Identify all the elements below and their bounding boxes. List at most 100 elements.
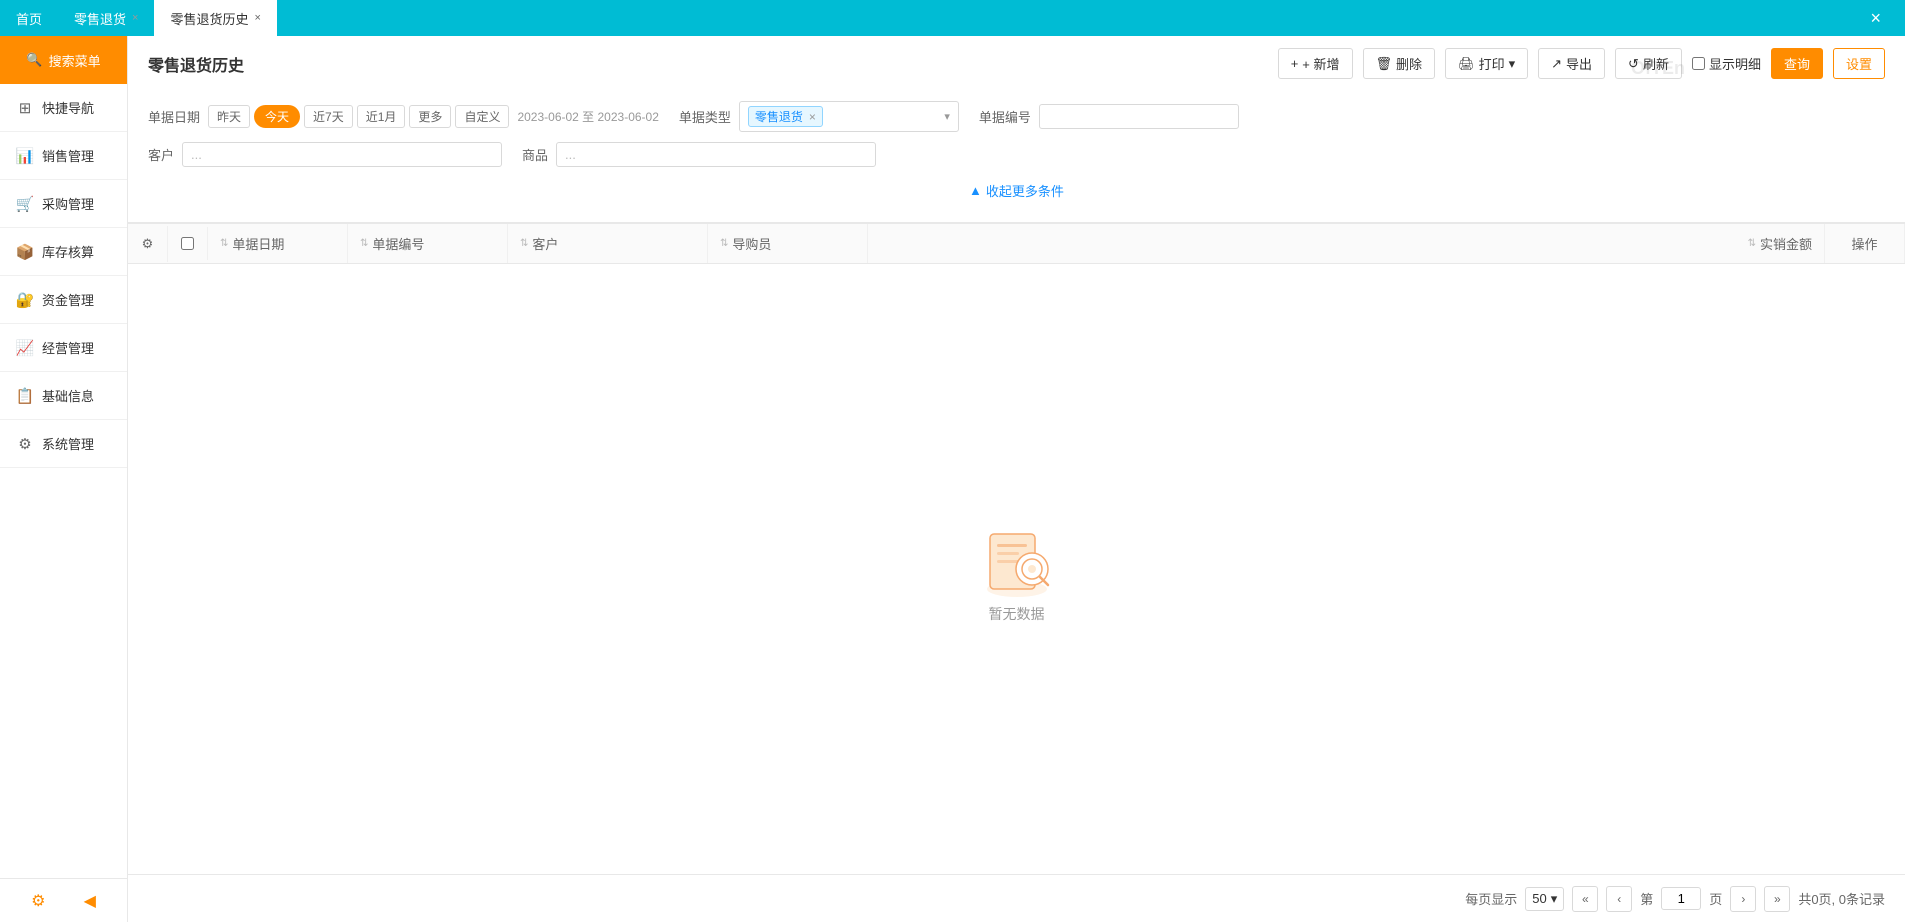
prev-page-button[interactable]: ‹ [1606,886,1632,912]
sidebar-item-purchase[interactable]: 🛒 采购管理 [0,180,127,228]
export-icon: ↗ [1551,56,1562,72]
last-page-button[interactable]: » [1764,886,1790,912]
tab-return-history-close[interactable]: × [254,12,260,24]
date-filter-group: 昨天 今天 近7天 近1月 更多 自定义 [208,105,509,128]
th-settings[interactable]: ⚙ [128,226,168,262]
delete-icon: 🗑 [1376,56,1393,72]
order-no-filter-item: 单据编号 [979,104,1239,129]
th-check [168,227,208,260]
sidebar-item-label: 系统管理 [42,434,94,453]
print-button[interactable]: 🖨 打印 ▾ [1445,48,1528,79]
sidebar-item-sales[interactable]: 📊 销售管理 [0,132,127,180]
empty-state: 暂无数据 [128,264,1905,874]
type-filter-label: 单据类型 [679,107,731,126]
th-amount-label: 实销金额 [1760,234,1812,253]
sidebar-item-inventory[interactable]: 📦 库存核算 [0,228,127,276]
order-no-label: 单据编号 [979,107,1031,126]
table-area: ⚙ ⇅ 单据日期 ⇅ 单据编号 ⇅ 客户 ⇅ [128,223,1905,874]
type-selected-tag: 零售退货 × [748,106,823,127]
type-dropdown-icon: ▾ [944,110,950,123]
tab-return[interactable]: 零售退货 × [58,0,154,36]
delete-button[interactable]: 🗑 删除 [1363,48,1436,79]
query-button[interactable]: 查询 [1771,48,1823,79]
goods-filter-item: 商品 ... [522,142,876,167]
tab-list: 首页 零售退货 × 零售退货历史 × [0,0,1862,36]
collapse-filter-button[interactable]: ▲ 收起更多条件 [969,177,1064,204]
show-detail-toggle[interactable]: 显示明细 [1692,54,1761,73]
th-customer-label: 客户 [532,234,558,253]
new-button[interactable]: + + 新增 [1278,48,1353,79]
date-btn-7days[interactable]: 近7天 [304,105,353,128]
customer-filter-label: 客户 [148,145,174,164]
date-btn-yesterday[interactable]: 昨天 [208,105,250,128]
tab-return-history[interactable]: 零售退货历史 × [154,0,276,36]
sidebar-item-basic-info[interactable]: 📋 基础信息 [0,372,127,420]
first-page-button[interactable]: « [1572,886,1598,912]
sidebar-item-quick-nav[interactable]: ⊞ 快捷导航 [0,84,127,132]
sort-up-icon4: ⇅ [720,238,728,249]
refresh-icon: ↺ [1628,56,1639,72]
window-close-button[interactable]: × [1862,4,1889,33]
select-all-checkbox[interactable] [181,237,194,250]
th-customer[interactable]: ⇅ 客户 [508,224,708,263]
print-arrow-icon: ▾ [1509,56,1516,72]
table-header: ⚙ ⇅ 单据日期 ⇅ 单据编号 ⇅ 客户 ⇅ [128,223,1905,264]
system-icon: ⚙ [16,435,34,453]
th-date[interactable]: ⇅ 单据日期 [208,224,348,263]
print-icon: 🖨 [1458,56,1475,72]
sidebar-item-operations[interactable]: 📈 经营管理 [0,324,127,372]
th-guide[interactable]: ⇅ 导购员 [708,224,868,263]
tab-home[interactable]: 首页 [0,0,58,36]
date-btn-today[interactable]: 今天 [254,105,300,128]
sidebar-nav: ⊞ 快捷导航 📊 销售管理 🛒 采购管理 📦 库存核算 🔐 资金管理 📈 [0,84,127,878]
collapse-filter-label: 收起更多条件 [986,181,1064,200]
th-no[interactable]: ⇅ 单据编号 [348,224,508,263]
toolbar: + + 新增 🗑 删除 🖨 打印 ▾ ↗ 导出 [1278,48,1885,79]
page-input[interactable] [1661,887,1701,910]
sidebar-item-label: 经营管理 [42,338,94,357]
type-selected-value: 零售退货 [755,108,803,125]
sidebar-item-label: 销售管理 [42,146,94,165]
type-filter-item: 单据类型 零售退货 × ▾ [679,101,959,132]
query-label: 查询 [1784,54,1810,73]
goods-filter-select[interactable]: ... [556,142,876,167]
sidebar-search[interactable]: 🔍 搜索菜单 [0,36,127,84]
export-button[interactable]: ↗ 导出 [1538,48,1605,79]
settings-bottom-icon[interactable]: ⚙ [31,891,45,911]
type-filter-select[interactable]: 零售退货 × ▾ [739,101,959,132]
collapse-sidebar-icon[interactable]: ◀ [84,891,96,911]
table-settings-icon[interactable]: ⚙ [142,236,154,252]
sort-up-icon2: ⇅ [360,238,368,249]
page-title-bar: 零售退货历史 + + 新增 🗑 删除 🖨 打印 ▾ [148,48,1885,79]
page-size-select[interactable]: 50 ▾ [1525,887,1564,911]
tab-return-close[interactable]: × [132,12,138,24]
show-detail-label: 显示明细 [1709,54,1761,73]
date-range-display: 2023-06-02 至 2023-06-02 [517,108,658,125]
next-page-button[interactable]: › [1730,886,1756,912]
goods-placeholder: ... [565,147,576,162]
export-label: 导出 [1566,54,1592,73]
sidebar-item-label: 采购管理 [42,194,94,213]
order-no-input[interactable] [1039,104,1239,129]
customer-filter-select[interactable]: ... [182,142,502,167]
sales-icon: 📊 [16,147,34,165]
date-btn-more[interactable]: 更多 [409,105,451,128]
settings-button[interactable]: 设置 [1833,48,1885,79]
type-remove-icon[interactable]: × [809,110,816,124]
date-btn-1month[interactable]: 近1月 [357,105,406,128]
top-bar: 首页 零售退货 × 零售退货历史 × × [0,0,1905,36]
quick-nav-icon: ⊞ [16,99,34,117]
total-info: 共0页, 0条记录 [1798,889,1885,908]
sidebar-item-system[interactable]: ⚙ 系统管理 [0,420,127,468]
sidebar-search-label: 搜索菜单 [49,51,101,70]
empty-text: 暂无数据 [989,604,1045,624]
page-title: 零售退货历史 [148,52,244,76]
date-btn-custom[interactable]: 自定义 [455,105,509,128]
refresh-button[interactable]: ↺ 刷新 [1615,48,1682,79]
th-amount[interactable]: ⇅ 实销金额 [868,224,1825,263]
filter-area: 单据日期 昨天 今天 近7天 近1月 更多 自定义 2023-06-02 至 2… [148,91,1885,222]
sidebar-item-finance[interactable]: 🔐 资金管理 [0,276,127,324]
show-detail-checkbox[interactable] [1692,57,1705,70]
content-area: 零售退货历史 + + 新增 🗑 删除 🖨 打印 ▾ [128,36,1905,922]
th-date-label: 单据日期 [232,234,284,253]
